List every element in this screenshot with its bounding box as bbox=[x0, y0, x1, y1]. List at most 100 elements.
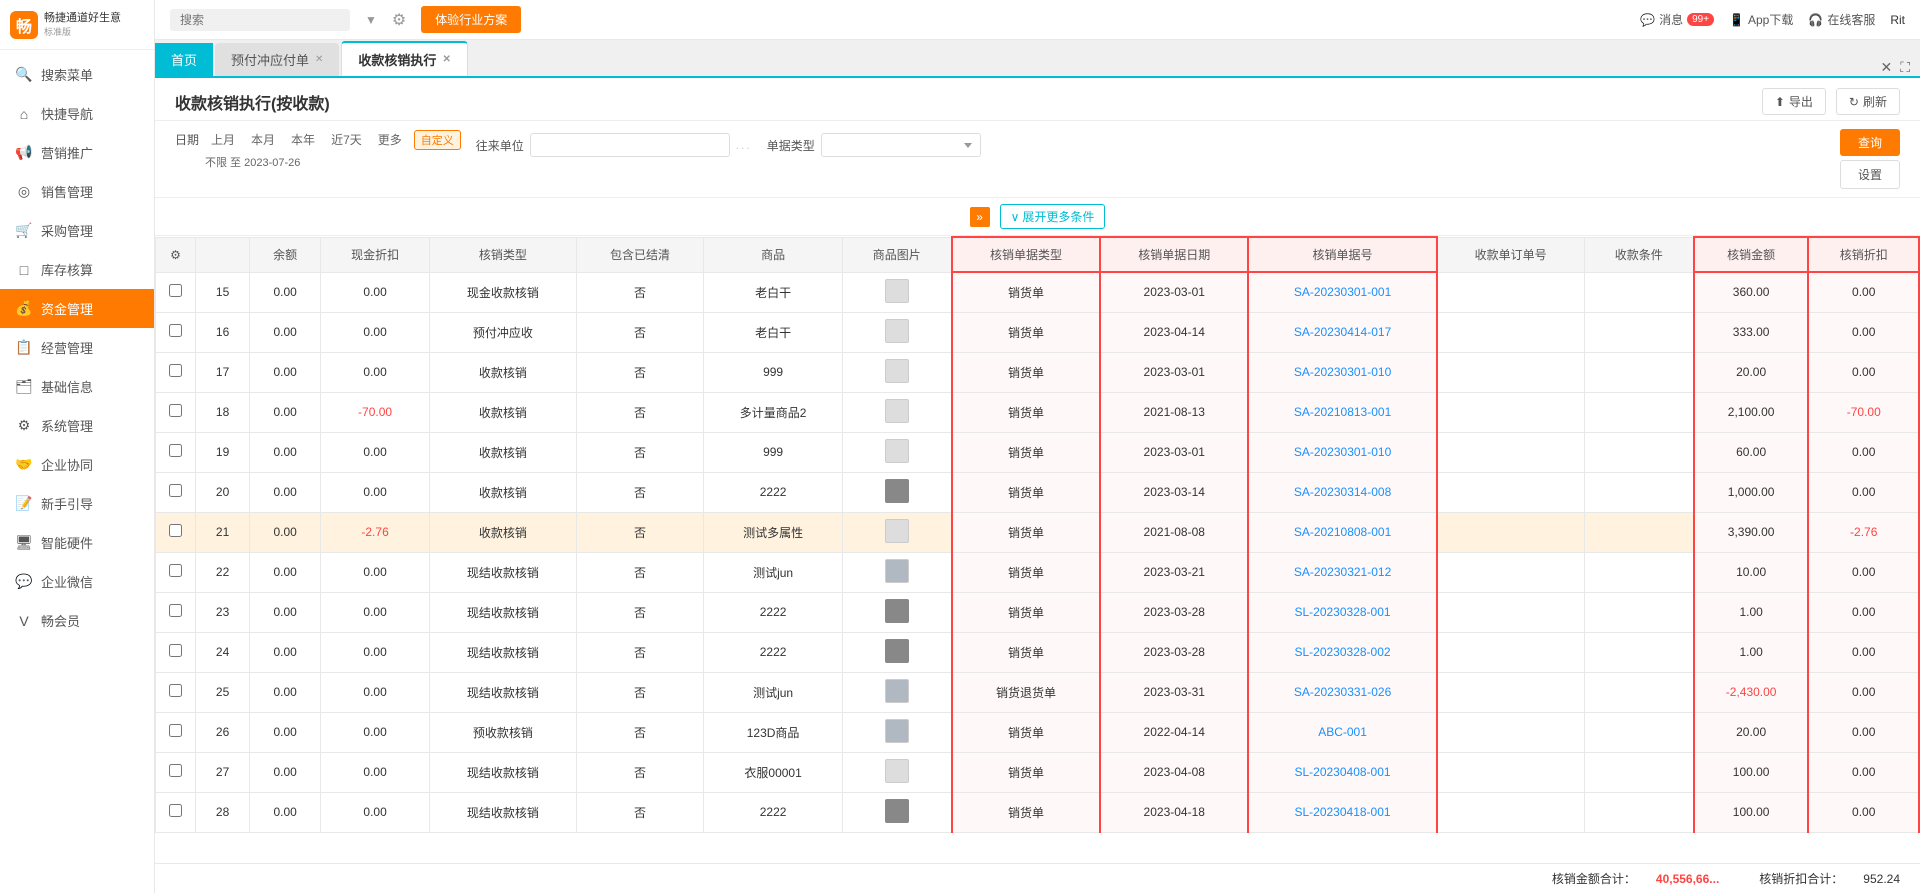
bill-no-link[interactable]: SA-20230314-008 bbox=[1294, 485, 1391, 499]
service-group[interactable]: 🎧 在线客服 bbox=[1808, 11, 1875, 28]
td-checkbox[interactable] bbox=[156, 352, 196, 392]
row-checkbox[interactable] bbox=[169, 564, 182, 577]
bill-no-link[interactable]: SL-20230408-001 bbox=[1294, 765, 1390, 779]
td-writeoff-bill-no[interactable]: ABC-001 bbox=[1248, 712, 1436, 752]
td-checkbox[interactable] bbox=[156, 672, 196, 712]
td-writeoff-bill-no[interactable]: SL-20230328-001 bbox=[1248, 592, 1436, 632]
td-checkbox[interactable] bbox=[156, 552, 196, 592]
sidebar-item-search[interactable]: 🔍 搜索菜单 bbox=[0, 55, 154, 94]
export-button[interactable]: ⬆ 导出 bbox=[1762, 88, 1826, 115]
close-window-icon[interactable]: ✕ bbox=[1880, 59, 1892, 76]
row-checkbox[interactable] bbox=[169, 324, 182, 337]
td-writeoff-bill-no[interactable]: SA-20230301-001 bbox=[1248, 272, 1436, 312]
td-checkbox[interactable] bbox=[156, 792, 196, 832]
sidebar-item-purchase[interactable]: 🛒 采购管理 bbox=[0, 211, 154, 250]
sidebar-item-inventory[interactable]: □ 库存核算 bbox=[0, 250, 154, 289]
td-checkbox[interactable] bbox=[156, 472, 196, 512]
collapse-arrow[interactable]: » bbox=[970, 207, 990, 227]
expand-more-btn[interactable]: ∨ 展开更多条件 bbox=[1000, 204, 1106, 229]
tab-prepay[interactable]: 预付冲应付单 ✕ bbox=[215, 43, 339, 76]
filter-this-year[interactable]: 本年 bbox=[287, 129, 319, 150]
bill-no-link[interactable]: SL-20230328-001 bbox=[1294, 605, 1390, 619]
bill-no-link[interactable]: SA-20230301-001 bbox=[1294, 285, 1391, 299]
sidebar-item-finance[interactable]: 💰 资金管理 bbox=[0, 289, 154, 328]
bill-no-link[interactable]: SA-20230301-010 bbox=[1294, 365, 1391, 379]
from-unit-input[interactable] bbox=[530, 133, 730, 157]
bill-no-link[interactable]: SA-20230414-017 bbox=[1294, 325, 1391, 339]
td-writeoff-bill-no[interactable]: SA-20230314-008 bbox=[1248, 472, 1436, 512]
refresh-button[interactable]: ↻ 刷新 bbox=[1836, 88, 1900, 115]
app-download-group[interactable]: 📱 App下载 bbox=[1729, 11, 1793, 28]
row-checkbox[interactable] bbox=[169, 524, 182, 537]
sidebar-item-sales[interactable]: ◎ 销售管理 bbox=[0, 172, 154, 211]
td-checkbox[interactable] bbox=[156, 392, 196, 432]
tab-receipt[interactable]: 收款核销执行 ✕ bbox=[341, 41, 467, 76]
maximize-icon[interactable]: ⛶ bbox=[1900, 59, 1910, 76]
row-checkbox[interactable] bbox=[169, 604, 182, 617]
filter-more[interactable]: 更多 bbox=[374, 129, 406, 150]
filter-this-month[interactable]: 本月 bbox=[247, 129, 279, 150]
tab-home[interactable]: 首页 bbox=[155, 43, 213, 76]
td-writeoff-bill-no[interactable]: SA-20230414-017 bbox=[1248, 312, 1436, 352]
row-checkbox[interactable] bbox=[169, 444, 182, 457]
row-checkbox[interactable] bbox=[169, 724, 182, 737]
settings-gear-icon[interactable]: ⚙ bbox=[392, 10, 406, 30]
td-writeoff-bill-no[interactable]: SA-20230331-026 bbox=[1248, 672, 1436, 712]
tab-receipt-close[interactable]: ✕ bbox=[442, 54, 450, 65]
message-group[interactable]: 💬 消息 99+ bbox=[1640, 11, 1714, 28]
row-checkbox[interactable] bbox=[169, 484, 182, 497]
td-writeoff-bill-no[interactable]: SA-20230301-010 bbox=[1248, 432, 1436, 472]
td-writeoff-bill-no[interactable]: SA-20230321-012 bbox=[1248, 552, 1436, 592]
sidebar-item-guide[interactable]: 📝 新手引导 bbox=[0, 484, 154, 523]
bill-no-link[interactable]: SA-20210808-001 bbox=[1294, 525, 1391, 539]
tab-prepay-close[interactable]: ✕ bbox=[315, 54, 323, 65]
sidebar-item-corp[interactable]: 🤝 企业协同 bbox=[0, 445, 154, 484]
filter-custom[interactable]: 自定义 bbox=[414, 130, 461, 150]
sidebar-item-hardware[interactable]: 🖥 智能硬件 bbox=[0, 523, 154, 562]
table-container[interactable]: ⚙ 余额 现金折扣 核销类型 包含已结清 商品 商品图片 核销单据类型 核销单据… bbox=[155, 236, 1920, 863]
td-checkbox[interactable] bbox=[156, 512, 196, 552]
sidebar-item-marketing[interactable]: 📢 营销推广 bbox=[0, 133, 154, 172]
bill-no-link[interactable]: SA-20230301-010 bbox=[1294, 445, 1391, 459]
td-checkbox[interactable] bbox=[156, 272, 196, 312]
td-checkbox[interactable] bbox=[156, 312, 196, 352]
user-name[interactable]: Rit bbox=[1890, 13, 1905, 27]
sidebar-item-operation[interactable]: 📋 经营管理 bbox=[0, 328, 154, 367]
bill-no-link[interactable]: SA-20230321-012 bbox=[1294, 565, 1391, 579]
row-checkbox[interactable] bbox=[169, 684, 182, 697]
search-input[interactable] bbox=[170, 9, 350, 31]
bill-no-link[interactable]: ABC-001 bbox=[1318, 725, 1367, 739]
row-checkbox[interactable] bbox=[169, 764, 182, 777]
sidebar-item-basic[interactable]: 🗂 基础信息 bbox=[0, 367, 154, 406]
bill-no-link[interactable]: SA-20230331-026 bbox=[1294, 685, 1391, 699]
row-checkbox[interactable] bbox=[169, 364, 182, 377]
bill-no-link[interactable]: SL-20230418-001 bbox=[1294, 805, 1390, 819]
sidebar-item-wechat[interactable]: 💬 企业微信 bbox=[0, 562, 154, 601]
td-writeoff-bill-no[interactable]: SL-20230418-001 bbox=[1248, 792, 1436, 832]
filter-last-month[interactable]: 上月 bbox=[207, 129, 239, 150]
td-writeoff-bill-no[interactable]: SA-20210813-001 bbox=[1248, 392, 1436, 432]
sidebar-item-system[interactable]: ⚙ 系统管理 bbox=[0, 406, 154, 445]
sidebar-item-vip[interactable]: V 畅会员 bbox=[0, 601, 154, 640]
voucher-type-select[interactable] bbox=[821, 133, 981, 157]
industry-btn[interactable]: 体验行业方案 bbox=[421, 6, 521, 33]
query-button[interactable]: 查询 bbox=[1840, 129, 1900, 156]
td-checkbox[interactable] bbox=[156, 592, 196, 632]
bill-no-link[interactable]: SA-20210813-001 bbox=[1294, 405, 1391, 419]
row-checkbox[interactable] bbox=[169, 404, 182, 417]
row-checkbox[interactable] bbox=[169, 644, 182, 657]
th-settings[interactable]: ⚙ bbox=[156, 237, 196, 272]
bill-no-link[interactable]: SL-20230328-002 bbox=[1294, 645, 1390, 659]
td-writeoff-bill-no[interactable]: SA-20230301-010 bbox=[1248, 352, 1436, 392]
td-checkbox[interactable] bbox=[156, 752, 196, 792]
filter-7days[interactable]: 近7天 bbox=[327, 129, 366, 150]
dropdown-icon[interactable]: ▼ bbox=[365, 13, 377, 27]
row-checkbox[interactable] bbox=[169, 804, 182, 817]
sidebar-item-quick-nav[interactable]: ⌂ 快捷导航 bbox=[0, 94, 154, 133]
td-writeoff-bill-no[interactable]: SL-20230408-001 bbox=[1248, 752, 1436, 792]
td-writeoff-bill-no[interactable]: SL-20230328-002 bbox=[1248, 632, 1436, 672]
settings-button[interactable]: 设置 bbox=[1840, 160, 1900, 189]
td-checkbox[interactable] bbox=[156, 632, 196, 672]
td-checkbox[interactable] bbox=[156, 712, 196, 752]
row-checkbox[interactable] bbox=[169, 284, 182, 297]
